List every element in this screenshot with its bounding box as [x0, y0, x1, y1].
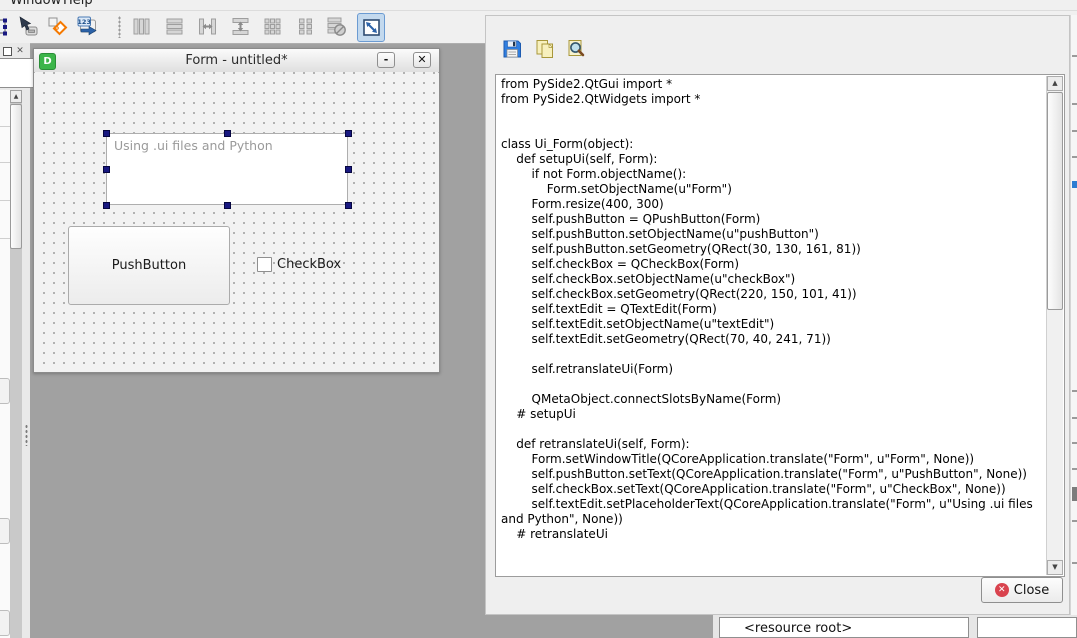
pushbutton-label: PushButton [112, 258, 186, 273]
layout-horizontal-splitter-icon[interactable] [194, 13, 220, 40]
close-window-button[interactable]: ✕ [413, 52, 431, 68]
dock-scrollbar[interactable]: ▲ [10, 90, 22, 638]
edit-buddies-icon[interactable] [44, 13, 70, 40]
resource-list[interactable] [977, 617, 1077, 638]
menu-window[interactable]: Window [10, 0, 61, 8]
edit-widgets-icon[interactable] [0, 13, 12, 40]
resource-browser-panel: <resource root> [713, 615, 1077, 638]
designer-form-window: D Form - untitled* - ✕ Using .ui files a… [33, 48, 440, 373]
selection-handle[interactable] [345, 130, 352, 137]
background-window-edge [1070, 15, 1077, 615]
close-button-label: Close [1014, 583, 1049, 598]
find-icon[interactable] [562, 35, 590, 63]
list-item[interactable] [0, 378, 10, 404]
checkbox-label: CheckBox [277, 257, 341, 272]
list-item[interactable] [0, 610, 10, 636]
save-icon[interactable] [498, 35, 526, 63]
adjust-size-icon[interactable] [357, 13, 385, 42]
selection-handle[interactable] [345, 166, 352, 173]
selection-handle[interactable] [224, 130, 231, 137]
menu-bar: Window Help [0, 0, 1077, 11]
form-canvas[interactable]: Using .ui files and Python PushButton Ch… [35, 72, 438, 371]
dock-close-icon[interactable]: ✕ [14, 45, 26, 57]
code-view[interactable]: from PySide2.QtGui import * from PySide2… [495, 74, 1065, 577]
layout-vertical-icon[interactable] [161, 13, 187, 40]
dock-resize-handle[interactable] [25, 424, 28, 446]
code-scrollbar-thumb[interactable] [1047, 92, 1063, 310]
selection-handle[interactable] [103, 166, 110, 173]
scroll-down-icon[interactable]: ▼ [1047, 560, 1063, 575]
scroll-up-icon[interactable]: ▲ [10, 90, 22, 103]
checkbox-indicator[interactable] [257, 257, 272, 272]
resource-root-item[interactable]: <resource root> [744, 621, 852, 636]
selection-handle[interactable] [103, 130, 110, 137]
widget-box-dock: ✕ ▲ [0, 43, 30, 638]
layout-horizontal-icon[interactable] [128, 13, 154, 40]
edit-signals-slots-icon[interactable] [15, 13, 41, 40]
break-layout-icon[interactable] [323, 13, 349, 40]
checkbox-widget[interactable]: CheckBox [257, 257, 341, 272]
code-scrollbar[interactable]: ▲ ▼ [1046, 76, 1063, 575]
code-preview-dialog: from PySide2.QtGui import * from PySide2… [485, 15, 1070, 615]
designer-form-icon: D [39, 53, 56, 70]
selection-handle[interactable] [345, 202, 352, 209]
widget-box-list[interactable] [0, 90, 10, 638]
form-window-titlebar[interactable]: D Form - untitled* - ✕ [34, 49, 439, 73]
copy-icon[interactable] [531, 35, 559, 63]
close-button-icon: ✕ [995, 583, 1009, 597]
code-text[interactable]: from PySide2.QtGui import * from PySide2… [501, 77, 1049, 542]
layout-form-icon[interactable] [292, 13, 318, 40]
layout-vertical-splitter-icon[interactable] [227, 13, 253, 40]
menu-help[interactable]: Help [63, 0, 93, 8]
textedit-placeholder: Using .ui files and Python [114, 138, 273, 153]
pushbutton-widget[interactable]: PushButton [68, 226, 230, 305]
minimize-button[interactable]: - [377, 52, 395, 68]
layout-grid-icon[interactable] [259, 13, 285, 40]
scroll-up-icon[interactable]: ▲ [1047, 76, 1063, 91]
dock-float-icon[interactable] [1, 45, 13, 57]
textedit-widget[interactable]: Using .ui files and Python [106, 133, 348, 205]
edit-tab-order-icon[interactable]: 123 [74, 13, 100, 40]
dock-scrollbar-thumb[interactable] [10, 104, 22, 249]
toolbar-separator [118, 16, 121, 38]
resource-tree[interactable]: <resource root> [719, 617, 969, 638]
svg-text:123: 123 [77, 18, 91, 26]
selection-handle[interactable] [224, 202, 231, 209]
close-button[interactable]: ✕ Close [981, 577, 1063, 603]
selection-handle[interactable] [103, 202, 110, 209]
list-item[interactable] [0, 518, 10, 544]
